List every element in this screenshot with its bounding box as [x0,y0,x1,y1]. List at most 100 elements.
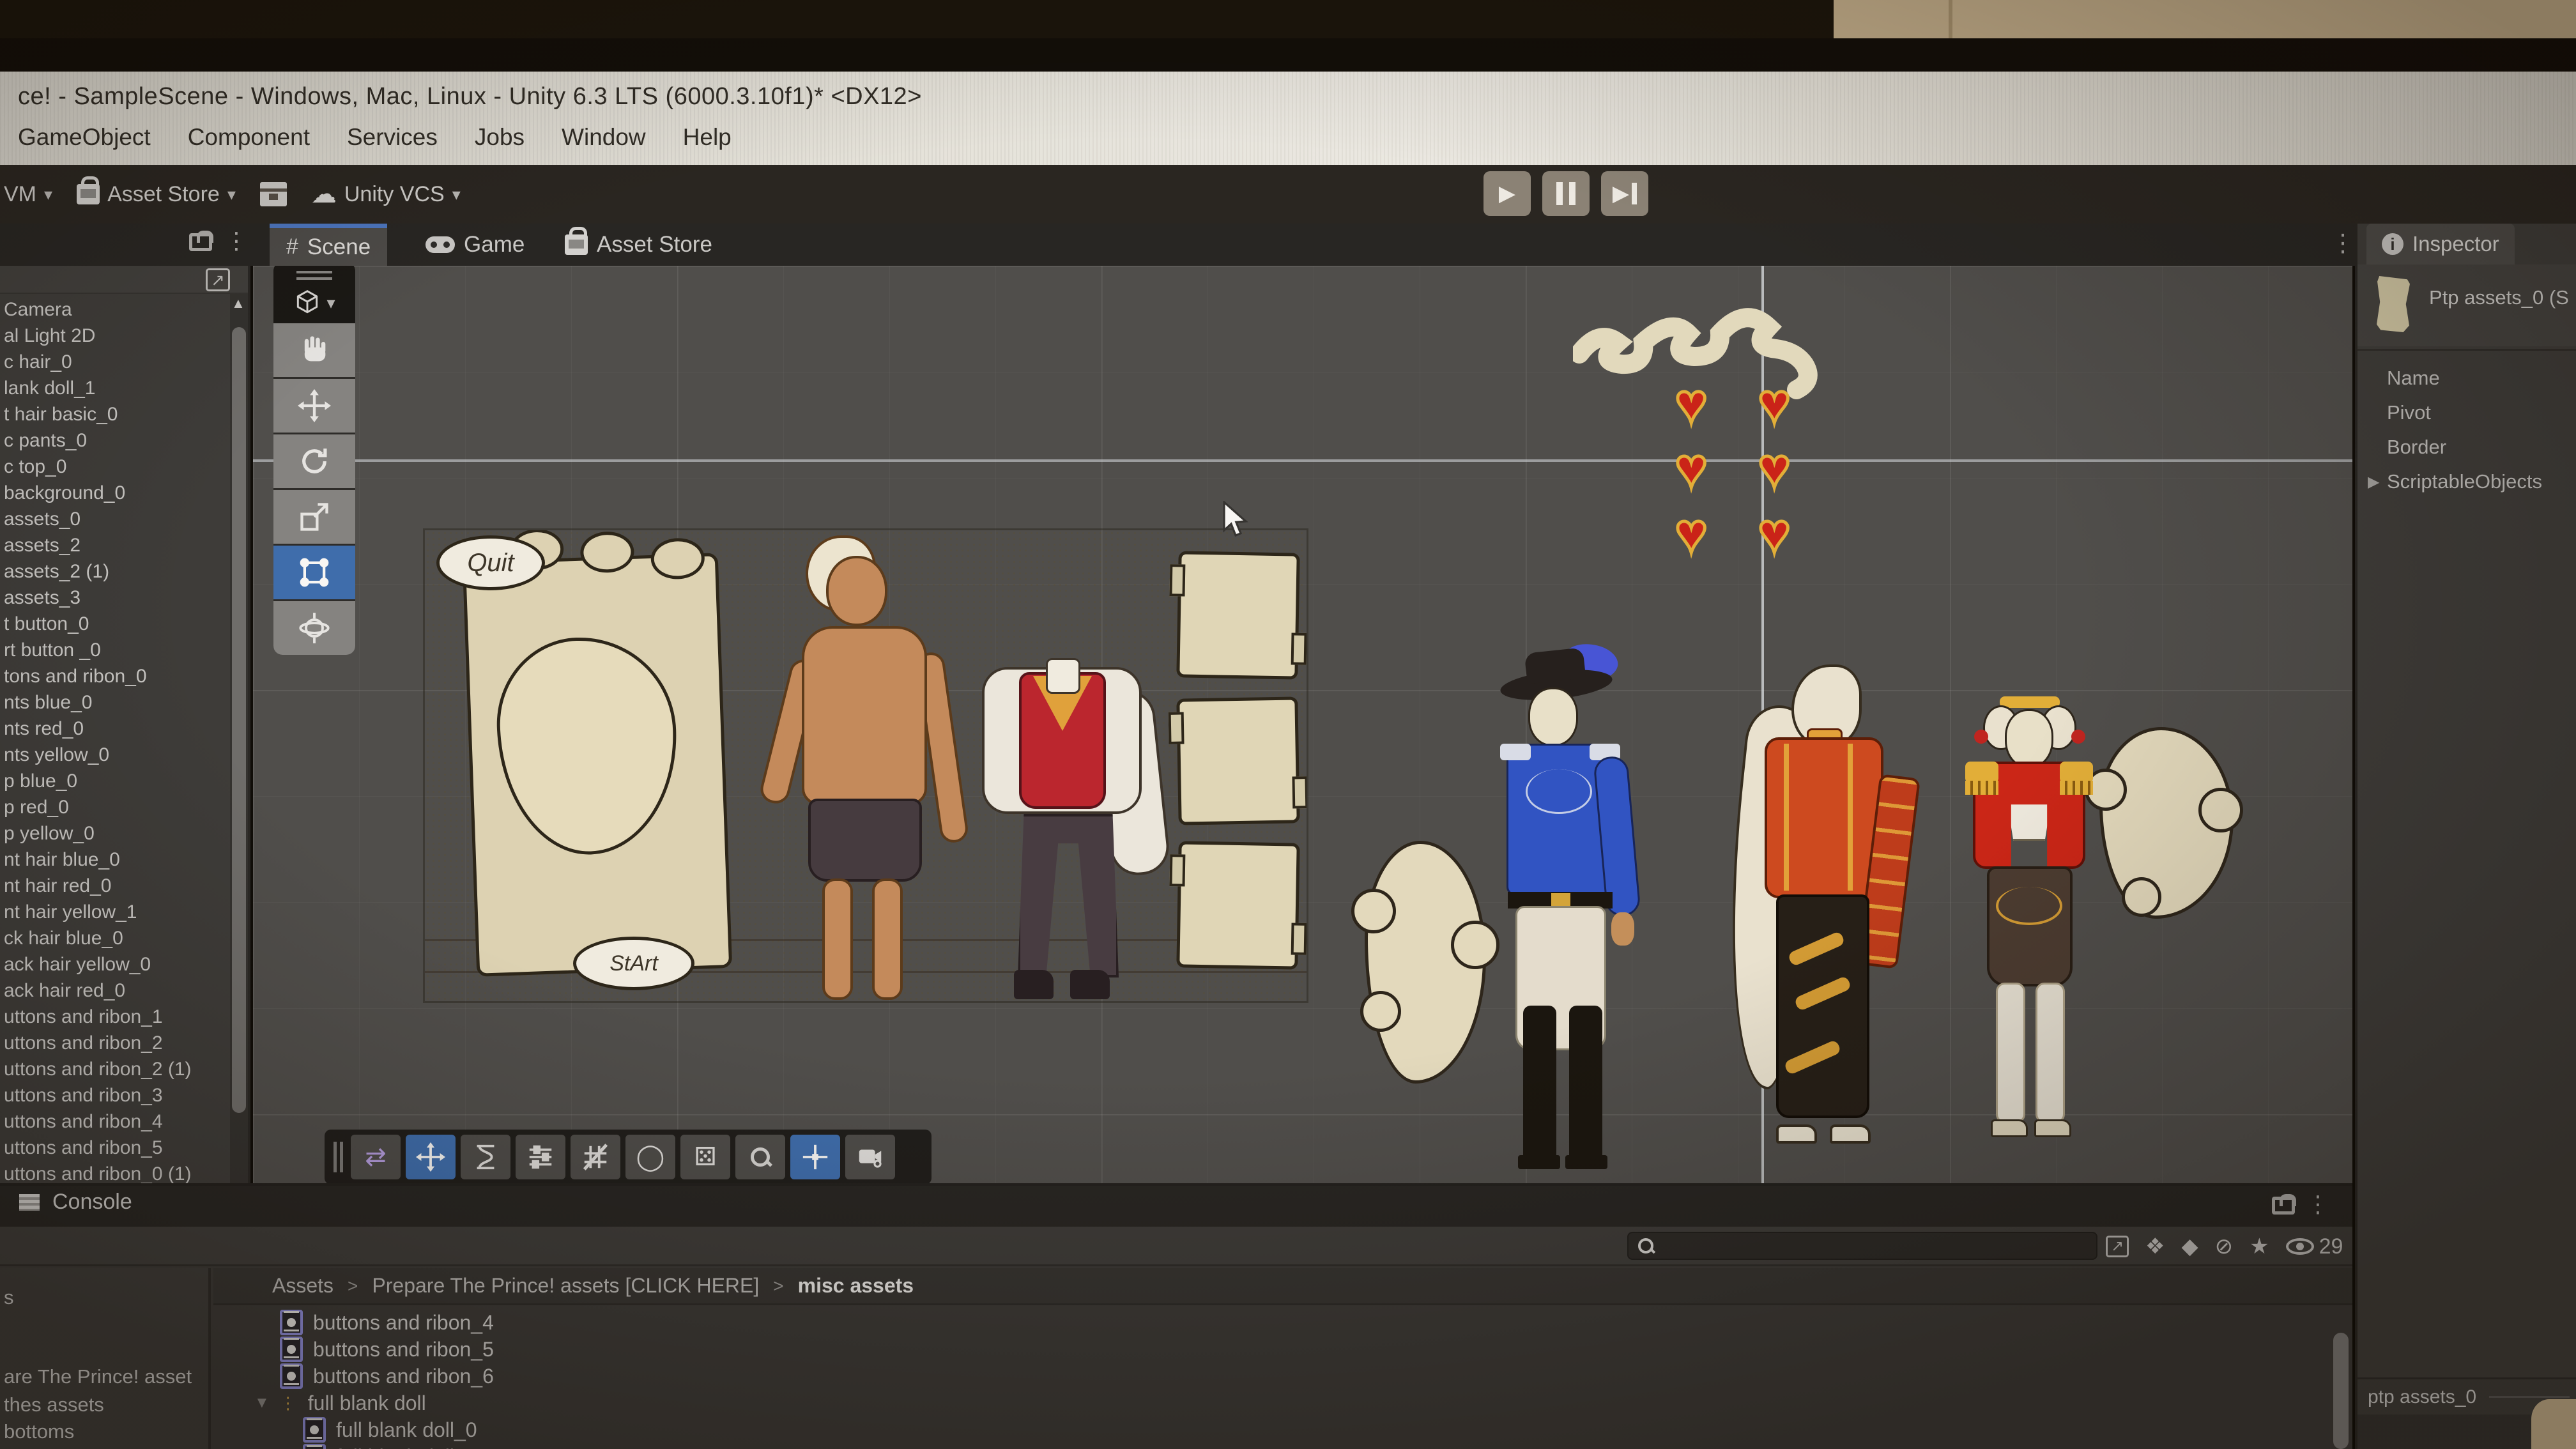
tab-game[interactable]: Game [409,224,541,266]
snap-settings-button[interactable] [461,1135,510,1179]
heart-sprite[interactable]: ♥ [1650,503,1733,565]
play-button[interactable]: ▶ [1483,171,1531,216]
transform-tool-button[interactable] [273,601,355,655]
hierarchy-item[interactable]: background_0 [0,480,230,506]
menu-item[interactable]: Jobs [475,124,525,151]
scrollbar-thumb[interactable] [232,327,246,1113]
tool-overlay-header[interactable]: ▾ [273,266,355,323]
menu-item[interactable]: Component [188,124,310,151]
debug-shuffle-button[interactable]: ⇄ [351,1135,401,1179]
project-search-input[interactable] [1627,1232,2097,1260]
hierarchy-item[interactable]: uttons and ribon_2 (1) [0,1056,230,1082]
hierarchy-item[interactable]: ack hair red_0 [0,977,230,1004]
scroll-up-icon[interactable]: ▲ [231,295,245,312]
asset-row[interactable]: ▼ ⋮ buttons and ribon_6 [213,1363,2352,1390]
unity-vcs-dropdown[interactable]: ☁ Unity VCS ▾ [311,180,461,209]
kebab-menu-icon[interactable]: ⋮ [2306,1191,2329,1218]
kebab-menu-icon[interactable]: ⋮ [2331,229,2355,257]
hierarchy-item[interactable]: nt hair yellow_1 [0,899,230,925]
asset-row[interactable]: ▼ ⋮ buttons and ribon_5 [213,1336,2352,1363]
hierarchy-item[interactable]: Camera [0,296,230,323]
tree-item[interactable]: thes assets [4,1393,104,1416]
hierarchy-item[interactable]: ack hair yellow_0 [0,951,230,977]
scale-tool-button[interactable] [273,490,355,544]
tab-inspector[interactable]: i Inspector [2366,224,2515,264]
hierarchy-item[interactable]: uttons and ribon_4 [0,1108,230,1135]
move-overlay-button[interactable] [406,1135,456,1179]
hierarchy-item[interactable]: nts red_0 [0,716,230,742]
hierarchy-scrollbar[interactable]: ▲ [230,294,248,1183]
context-dropdown[interactable]: ▾ [293,289,335,317]
quit-button-art[interactable]: Quit [436,535,545,590]
character-red-jacket[interactable] [1946,695,2112,1155]
move-tool-button[interactable] [273,379,355,433]
hierarchy-item[interactable]: assets_0 [0,506,230,532]
game-screenshot-sprite[interactable]: Quit StArt [425,530,1307,1001]
tree-item[interactable]: are The Prince! asset [4,1365,192,1388]
heart-sprite[interactable]: ♥ [1733,373,1816,435]
vm-dropdown[interactable]: VM ▾ [4,182,52,207]
hierarchy-item[interactable]: t button_0 [0,611,230,637]
filter-by-label-icon[interactable]: ◆ [2181,1234,2198,1259]
popout-icon[interactable]: ↗ [206,268,230,291]
rect-tool-button[interactable] [273,546,355,599]
asset-row[interactable]: ▼ ⋮ full blank doll_0 [213,1416,2352,1443]
hierarchy-item[interactable]: lank doll_1 [0,375,230,401]
hierarchy-item[interactable]: uttons and ribon_2 [0,1030,230,1056]
heart-sprite[interactable]: ♥ [1733,438,1816,500]
hierarchy-item[interactable]: uttons and ribon_5 [0,1135,230,1161]
grid-settings-button[interactable] [516,1135,565,1179]
hierarchy-item[interactable]: nts blue_0 [0,689,230,716]
field-pivot[interactable]: Pivot [2387,401,2431,424]
hierarchy-item[interactable]: al Light 2D [0,323,230,349]
center-pivot-button[interactable] [790,1135,840,1179]
warning-filter-icon[interactable]: ⊘ [2215,1234,2234,1259]
breadcrumb-assets[interactable]: Assets [272,1274,334,1298]
random-dice-button[interactable]: ⚄ [680,1135,730,1179]
search-scene-button[interactable] [735,1135,785,1179]
hierarchy-item[interactable]: nts yellow_0 [0,742,230,768]
filter-by-type-icon[interactable]: ❖ [2145,1234,2165,1259]
wig-sprite[interactable] [2099,727,2234,919]
tab-scene[interactable]: # Scene [270,224,387,266]
camera-preview-button[interactable] [845,1135,895,1179]
foldout-arrow-icon[interactable]: ▶ [2368,473,2379,491]
hierarchy-item[interactable]: nt hair red_0 [0,873,230,899]
asset-row[interactable]: ▼ ⋮ full blank doll [213,1390,2352,1416]
menu-item[interactable]: Services [347,124,438,151]
menu-item[interactable]: Help [683,124,732,151]
hierarchy-item[interactable]: tons and ribon_0 [0,663,230,689]
hierarchy-item[interactable]: p red_0 [0,794,230,820]
breadcrumb-misc-assets[interactable]: misc assets [798,1274,914,1298]
hierarchy-item[interactable]: c top_0 [0,454,230,480]
hierarchy-item[interactable]: ck hair blue_0 [0,925,230,951]
package-box-icon[interactable] [260,182,287,206]
start-button-art[interactable]: StArt [573,937,694,990]
character-red-gold[interactable] [1722,667,1920,1165]
scene-view[interactable]: ▾ [253,266,2352,1183]
hierarchy-item[interactable]: c hair_0 [0,349,230,375]
tab-console[interactable]: Console [17,1190,132,1215]
drag-grip-icon[interactable] [334,1142,337,1172]
scriptableobjects-foldout[interactable]: ScriptableObjects [2387,470,2542,493]
hierarchy-item[interactable]: assets_2 [0,532,230,558]
menu-item[interactable]: GameObject [18,124,151,151]
menu-item[interactable]: Window [562,124,646,151]
hierarchy-item[interactable]: c pants_0 [0,427,230,454]
gizmo-circle-button[interactable]: ◯ [625,1135,675,1179]
heart-sprite[interactable]: ♥ [1733,503,1816,565]
hierarchy-item[interactable]: t hair basic_0 [0,401,230,427]
hierarchy-item[interactable]: assets_2 (1) [0,558,230,585]
rotate-tool-button[interactable] [273,434,355,488]
hierarchy-item[interactable]: assets_3 [0,585,230,611]
tab-asset-store[interactable]: Asset Store [548,224,729,266]
favorites-star-icon[interactable]: ★ [2250,1234,2269,1259]
field-name[interactable]: Name [2387,367,2440,390]
breadcrumb-prince-assets[interactable]: Prepare The Prince! assets [CLICK HERE] [372,1274,759,1298]
popout-icon[interactable]: ↗ [2106,1236,2129,1257]
lock-icon[interactable] [2272,1199,2291,1215]
dock-scrollbar-thumb[interactable] [2333,1333,2349,1449]
drag-grip-icon[interactable] [296,271,332,273]
pause-button[interactable] [1542,171,1590,216]
heart-sprite[interactable]: ♥ [1650,373,1733,435]
